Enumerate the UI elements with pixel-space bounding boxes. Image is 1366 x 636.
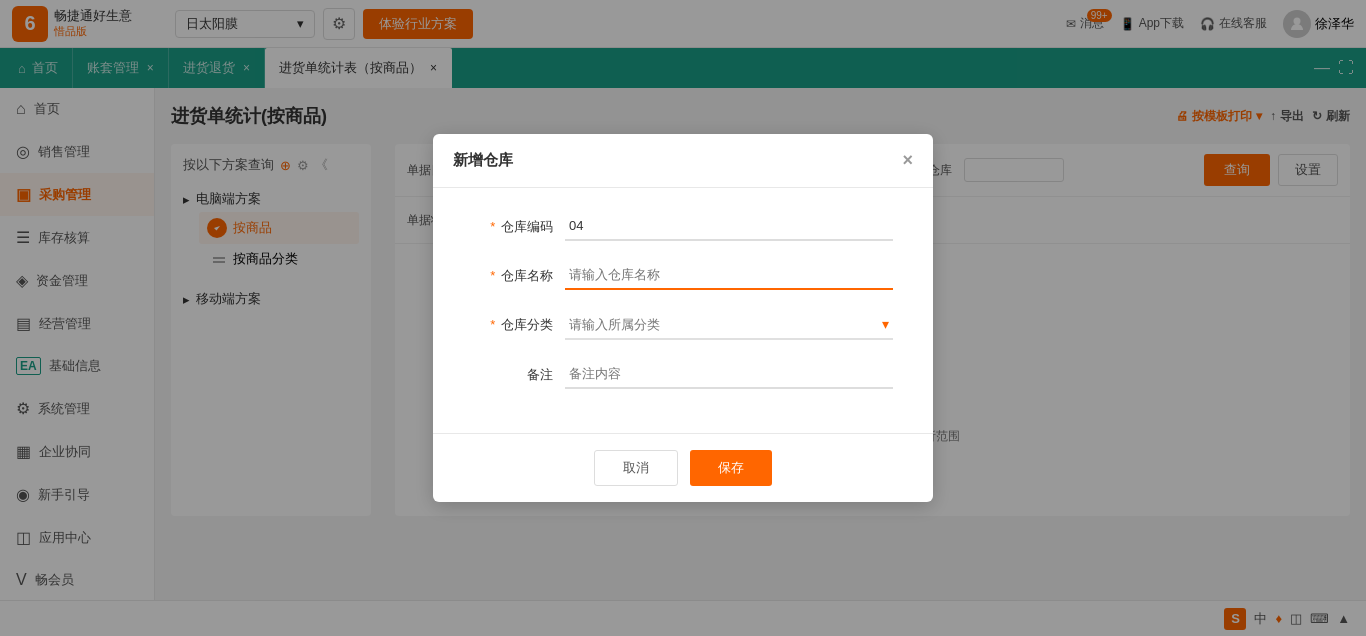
warehouse-name-input[interactable]	[565, 261, 893, 290]
add-warehouse-modal: 新增仓库 × * 仓库编码 * 仓库名称	[433, 134, 933, 502]
save-button[interactable]: 保存	[690, 450, 772, 486]
modal-footer: 取消 保存	[433, 433, 933, 502]
form-row-category: * 仓库分类 ▾	[473, 310, 893, 340]
remark-input[interactable]	[565, 360, 893, 389]
modal-body: * 仓库编码 * 仓库名称 * 仓库分类	[433, 188, 933, 433]
remark-label: 备注	[473, 366, 553, 384]
form-row-name: * 仓库名称	[473, 261, 893, 290]
modal-title: 新增仓库	[453, 151, 513, 170]
required-star-name: *	[490, 268, 495, 283]
code-label: * 仓库编码	[473, 218, 553, 236]
category-select-wrapper: ▾	[565, 310, 893, 340]
category-chevron-icon[interactable]: ▾	[882, 316, 889, 332]
modal-header: 新增仓库 ×	[433, 134, 933, 188]
modal-close-icon[interactable]: ×	[902, 150, 913, 171]
required-star-category: *	[490, 317, 495, 332]
cancel-button[interactable]: 取消	[594, 450, 678, 486]
form-row-code: * 仓库编码	[473, 212, 893, 241]
modal-overlay: 新增仓库 × * 仓库编码 * 仓库名称	[0, 0, 1366, 636]
name-label: * 仓库名称	[473, 267, 553, 285]
category-label: * 仓库分类	[473, 316, 553, 334]
required-star-code: *	[490, 219, 495, 234]
form-row-remark: 备注	[473, 360, 893, 389]
warehouse-code-input[interactable]	[565, 212, 893, 241]
category-input[interactable]	[569, 317, 882, 332]
